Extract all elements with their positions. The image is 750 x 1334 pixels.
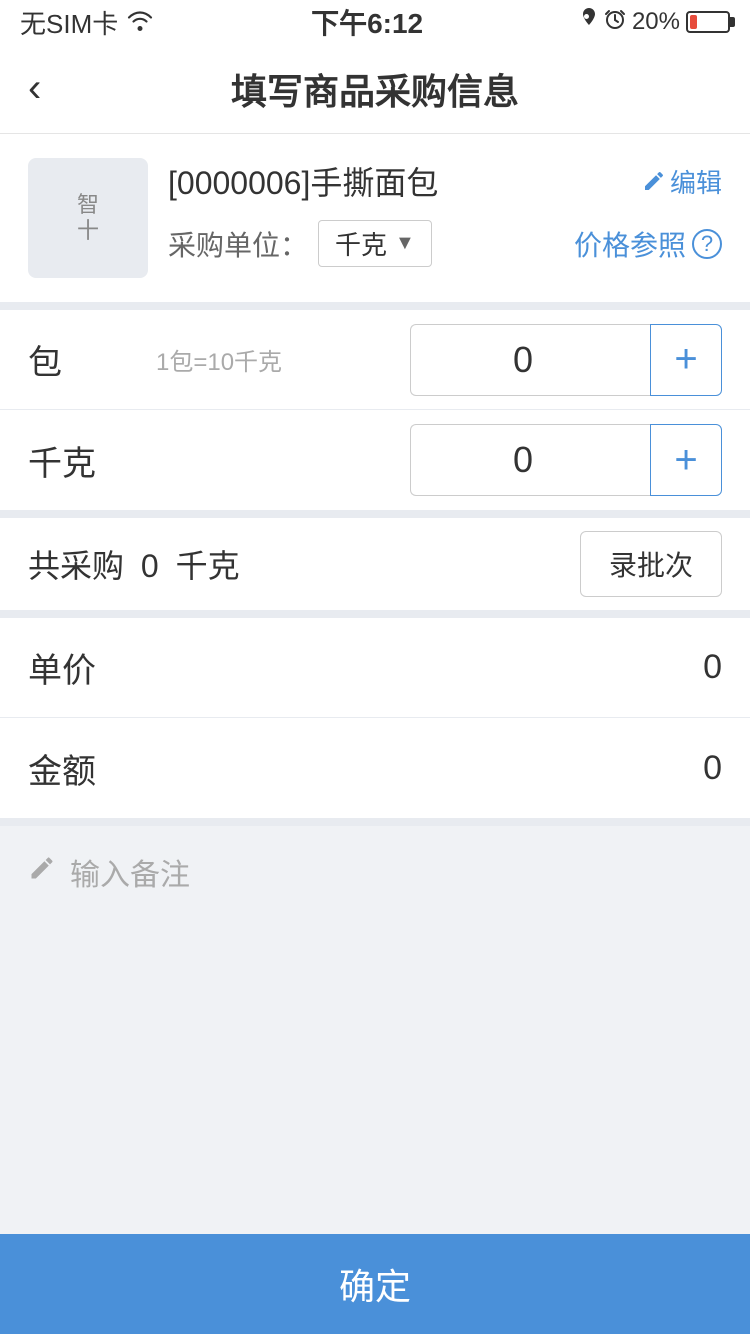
status-bar-right: 20% bbox=[580, 8, 730, 37]
purchase-unit-row: 采购单位： 千克 ▼ 价格参照 ? bbox=[168, 220, 722, 267]
unit-price-label: 单价 bbox=[28, 643, 96, 692]
summary-amount: 0 bbox=[141, 548, 159, 584]
summary-text: 共采购 0 千克 bbox=[28, 541, 240, 587]
product-name-row: [0000006]手撕面包 编辑 bbox=[168, 158, 722, 204]
product-card: 智 十 [0000006]手撕面包 编辑 采购单位： 千克 ▼ 价格参照 bbox=[0, 134, 750, 310]
help-icon: ? bbox=[692, 229, 722, 259]
alarm-icon bbox=[604, 8, 626, 37]
carrier-label: 无SIM卡 bbox=[20, 4, 118, 41]
kg-plus-button[interactable]: + bbox=[650, 424, 722, 496]
status-bar: 无SIM卡 下午6:12 20% bbox=[0, 0, 750, 44]
battery-icon bbox=[686, 11, 730, 33]
price-ref-button[interactable]: 价格参照 ? bbox=[574, 224, 722, 264]
product-image: 智 十 bbox=[28, 158, 148, 278]
back-button[interactable]: ‹ bbox=[28, 66, 41, 111]
wifi-icon bbox=[126, 7, 154, 38]
remarks-section[interactable]: 输入备注 bbox=[0, 826, 750, 918]
remarks-placeholder[interactable]: 输入备注 bbox=[70, 850, 190, 894]
product-name: [0000006]手撕面包 bbox=[168, 158, 438, 204]
batch-button[interactable]: 录批次 bbox=[580, 531, 722, 597]
nav-bar: ‹ 填写商品采购信息 bbox=[0, 44, 750, 134]
summary-row: 共采购 0 千克 录批次 bbox=[0, 518, 750, 618]
unit-select[interactable]: 千克 ▼ bbox=[318, 220, 432, 267]
status-bar-time: 下午6:12 bbox=[311, 2, 423, 42]
kg-input[interactable] bbox=[410, 424, 650, 496]
product-logo: 智 十 bbox=[77, 192, 99, 245]
bag-input-row: 包 1包=10千克 + bbox=[0, 310, 750, 410]
content-spacer bbox=[0, 918, 750, 1258]
kg-input-wrapper: + bbox=[410, 424, 722, 496]
unit-price-row: 单价 0 bbox=[0, 618, 750, 718]
pencil-icon bbox=[28, 854, 56, 890]
confirm-label: 确定 bbox=[339, 1258, 411, 1310]
location-icon bbox=[580, 8, 598, 37]
bag-plus-button[interactable]: + bbox=[650, 324, 722, 396]
unit-price-value: 0 bbox=[703, 648, 722, 687]
confirm-button[interactable]: 确定 bbox=[0, 1234, 750, 1334]
bag-label: 包 bbox=[28, 335, 148, 384]
amount-row: 金额 0 bbox=[0, 718, 750, 818]
amount-label: 金额 bbox=[28, 744, 96, 793]
input-section: 包 1包=10千克 + 千克 + bbox=[0, 310, 750, 518]
amount-value: 0 bbox=[703, 749, 722, 788]
bag-input-wrapper: + bbox=[410, 324, 722, 396]
page-title: 填写商品采购信息 bbox=[231, 63, 519, 115]
bag-input[interactable] bbox=[410, 324, 650, 396]
purchase-unit-label: 采购单位： bbox=[168, 224, 308, 264]
product-info: [0000006]手撕面包 编辑 采购单位： 千克 ▼ 价格参照 ? bbox=[168, 158, 722, 267]
battery-percent: 20% bbox=[632, 8, 680, 36]
edit-button[interactable]: 编辑 bbox=[642, 163, 722, 200]
chevron-down-icon: ▼ bbox=[395, 232, 415, 255]
kg-label: 千克 bbox=[28, 436, 148, 485]
status-bar-left: 无SIM卡 bbox=[20, 4, 154, 41]
price-section: 单价 0 金额 0 bbox=[0, 618, 750, 826]
bag-sublabel: 1包=10千克 bbox=[156, 342, 282, 377]
kg-input-row: 千克 + bbox=[0, 410, 750, 510]
